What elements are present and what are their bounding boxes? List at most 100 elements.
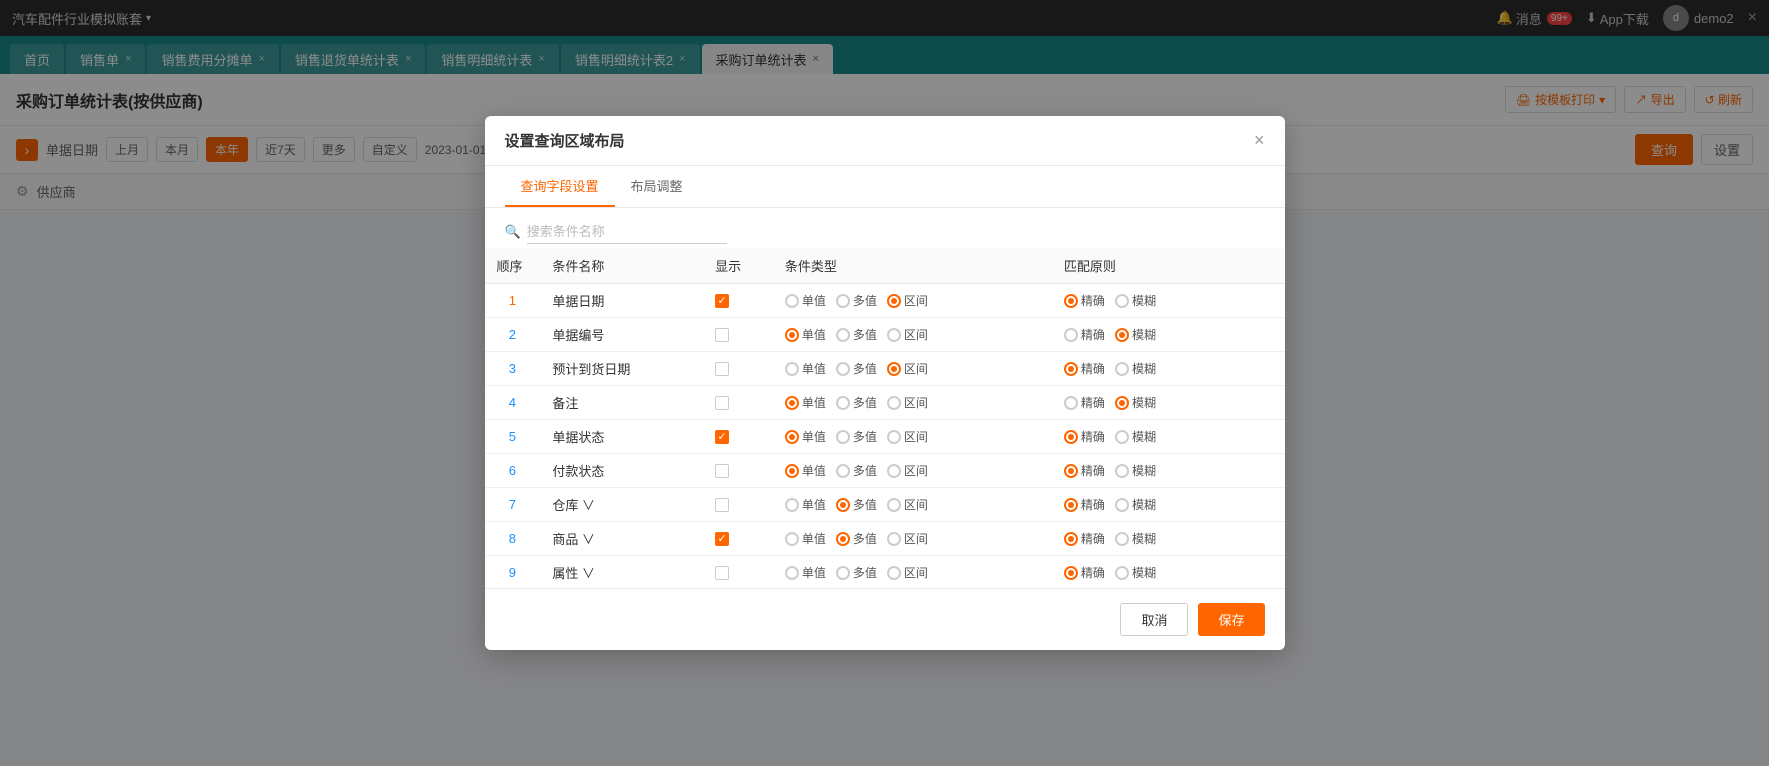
type-radio-type_multi[interactable]: 多值	[836, 564, 877, 581]
match-radio-match_fuzzy[interactable]: 模糊	[1115, 564, 1156, 581]
display-checkbox[interactable]	[715, 498, 729, 512]
type-radio-type_single[interactable]: 单值	[785, 394, 826, 411]
condition-name: 单据日期	[540, 284, 703, 318]
table-header: 顺序 条件名称 显示 条件类型 匹配原则	[485, 248, 1285, 284]
type-radio-type_single[interactable]: 单值	[785, 462, 826, 479]
match-radio-match_exact[interactable]: 精确	[1064, 530, 1105, 547]
display-checkbox[interactable]: ✓	[715, 294, 729, 308]
type-radio-type_single[interactable]: 单值	[785, 564, 826, 581]
display-checkbox[interactable]	[715, 328, 729, 342]
match-radio-match_fuzzy[interactable]: 模糊	[1115, 530, 1156, 547]
type-radio-type_multi[interactable]: 多值	[836, 496, 877, 513]
tab-query-fields[interactable]: 查询字段设置	[505, 166, 615, 207]
radio-label: 多值	[853, 360, 877, 377]
type-radio-type_range[interactable]: 区间	[887, 326, 928, 343]
type-radio-type_range[interactable]: 区间	[887, 360, 928, 377]
type-radio-type_single[interactable]: 单值	[785, 360, 826, 377]
type-radio-type_range[interactable]: 区间	[887, 496, 928, 513]
match-radio-group: 精确模糊	[1064, 496, 1273, 513]
match-radio-match_fuzzy[interactable]: 模糊	[1115, 394, 1156, 411]
type-radio-type_multi[interactable]: 多值	[836, 394, 877, 411]
display-checkbox[interactable]	[715, 566, 729, 580]
type-radio-type_range[interactable]: 区间	[887, 394, 928, 411]
radio-circle	[836, 430, 850, 444]
display-checkbox[interactable]	[715, 464, 729, 478]
table-row: 2单据编号单值多值区间精确模糊	[485, 318, 1285, 352]
match-radio-match_fuzzy[interactable]: 模糊	[1115, 462, 1156, 479]
type-radio-group: 单值多值区间	[785, 292, 1040, 309]
radio-label: 区间	[904, 496, 928, 513]
type-radio-type_single[interactable]: 单值	[785, 530, 826, 547]
type-radio-type_range[interactable]: 区间	[887, 292, 928, 309]
settings-dialog: 设置查询区域布局 × 查询字段设置 布局调整 🔍 顺序 条件名称	[485, 116, 1285, 650]
type-radio-type_multi[interactable]: 多值	[836, 428, 877, 445]
match-radio-match_exact[interactable]: 精确	[1064, 462, 1105, 479]
match-radio-match_fuzzy[interactable]: 模糊	[1115, 292, 1156, 309]
display-checkbox[interactable]	[715, 396, 729, 410]
type-radio-type_multi[interactable]: 多值	[836, 292, 877, 309]
radio-label: 单值	[802, 326, 826, 343]
type-radio-type_range[interactable]: 区间	[887, 462, 928, 479]
dialog-tabs: 查询字段设置 布局调整	[485, 166, 1285, 208]
match-radio-group: 精确 模糊	[1064, 394, 1273, 411]
type-radio-type_multi[interactable]: 多值	[836, 530, 877, 547]
type-radio-group: 单值 多值区间	[785, 462, 1040, 479]
save-button[interactable]: 保存	[1198, 603, 1264, 636]
match-radio-match_exact[interactable]: 精确	[1064, 326, 1105, 343]
radio-circle	[1064, 294, 1078, 308]
display-checkbox[interactable]: ✓	[715, 532, 729, 546]
type-radio-type_range[interactable]: 区间	[887, 428, 928, 445]
radio-circle	[1115, 362, 1129, 376]
tab-layout-adjust[interactable]: 布局调整	[615, 166, 699, 207]
display-checkbox[interactable]: ✓	[715, 430, 729, 444]
radio-circle	[1064, 396, 1078, 410]
radio-label: 多值	[853, 462, 877, 479]
col-type-header: 条件类型	[773, 248, 1052, 284]
match-radio-match_exact[interactable]: 精确	[1064, 292, 1105, 309]
type-radio-type_single[interactable]: 单值	[785, 326, 826, 343]
match-radio-match_fuzzy[interactable]: 模糊	[1115, 496, 1156, 513]
type-radio-type_multi[interactable]: 多值	[836, 462, 877, 479]
order-number: 7	[509, 497, 516, 512]
radio-label: 精确	[1081, 326, 1105, 343]
match-radio-match_fuzzy[interactable]: 模糊	[1115, 360, 1156, 377]
radio-circle	[887, 294, 901, 308]
radio-label: 单值	[802, 496, 826, 513]
match-radio-group: 精确模糊	[1064, 428, 1273, 445]
conditions-table-scroll: 顺序 条件名称 显示 条件类型 匹配原则 1单据日期✓单值多值区间精确模糊2单据…	[485, 248, 1285, 588]
col-order-header: 顺序	[485, 248, 541, 284]
dialog-close-button[interactable]: ×	[1254, 130, 1265, 151]
match-radio-match_fuzzy[interactable]: 模糊	[1115, 326, 1156, 343]
radio-label: 模糊	[1132, 394, 1156, 411]
cancel-button[interactable]: 取消	[1120, 603, 1188, 636]
radio-circle	[1064, 532, 1078, 546]
type-radio-group: 单值 多值区间	[785, 326, 1040, 343]
type-radio-type_range[interactable]: 区间	[887, 564, 928, 581]
search-icon: 🔍	[505, 224, 521, 240]
radio-label: 单值	[802, 394, 826, 411]
type-radio-type_multi[interactable]: 多值	[836, 360, 877, 377]
col-name-header: 条件名称	[540, 248, 703, 284]
type-radio-type_single[interactable]: 单值	[785, 292, 826, 309]
type-radio-type_range[interactable]: 区间	[887, 530, 928, 547]
search-input[interactable]	[527, 220, 727, 244]
radio-circle	[1064, 430, 1078, 444]
display-checkbox[interactable]	[715, 362, 729, 376]
match-radio-group: 精确模糊	[1064, 564, 1273, 581]
condition-name: 属性 ∨	[540, 556, 703, 589]
match-radio-match_exact[interactable]: 精确	[1064, 564, 1105, 581]
match-radio-match_exact[interactable]: 精确	[1064, 428, 1105, 445]
match-radio-match_fuzzy[interactable]: 模糊	[1115, 428, 1156, 445]
radio-circle	[836, 328, 850, 342]
radio-label: 多值	[853, 326, 877, 343]
match-radio-match_exact[interactable]: 精确	[1064, 394, 1105, 411]
condition-name: 付款状态	[540, 454, 703, 488]
radio-circle	[1115, 498, 1129, 512]
type-radio-type_single[interactable]: 单值	[785, 496, 826, 513]
radio-circle	[1115, 430, 1129, 444]
match-radio-match_exact[interactable]: 精确	[1064, 360, 1105, 377]
type-radio-type_single[interactable]: 单值	[785, 428, 826, 445]
match-radio-match_exact[interactable]: 精确	[1064, 496, 1105, 513]
radio-label: 多值	[853, 394, 877, 411]
type-radio-type_multi[interactable]: 多值	[836, 326, 877, 343]
